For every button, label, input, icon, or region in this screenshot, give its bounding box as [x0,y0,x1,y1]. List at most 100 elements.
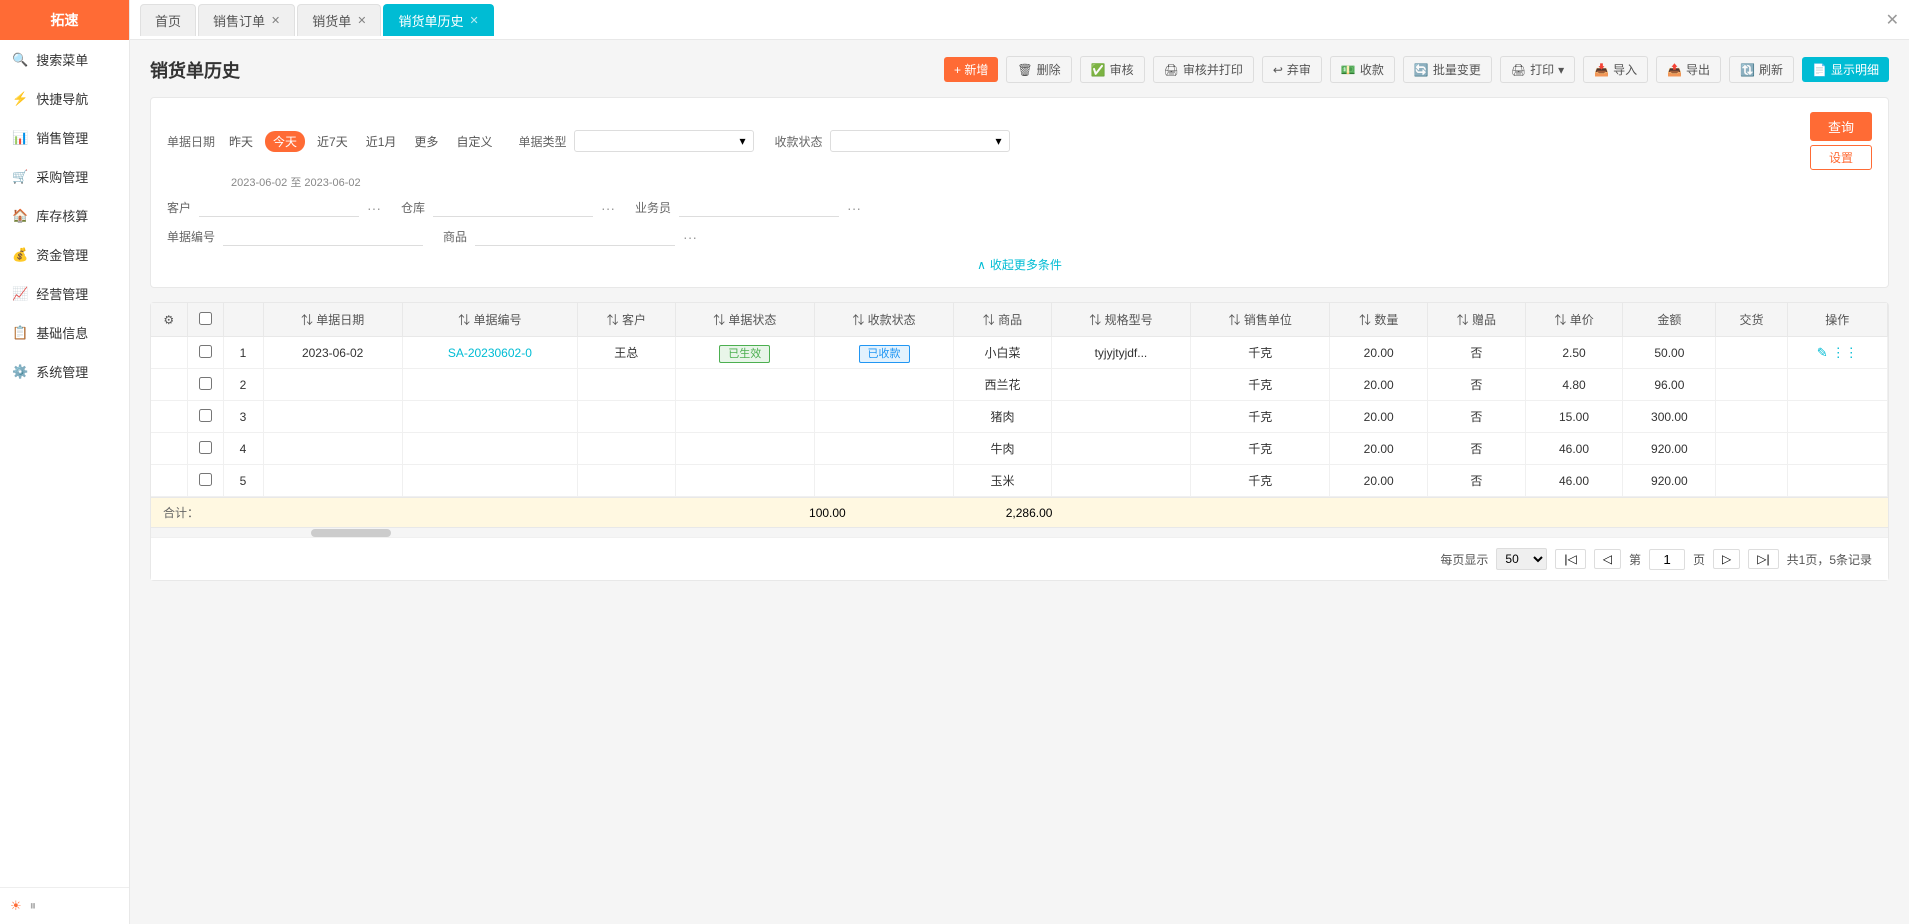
row-checkbox[interactable] [187,465,223,497]
row-no: 4 [223,433,263,465]
customer-ellipsis[interactable]: ··· [367,200,381,216]
doc-type-select[interactable]: ▾ [574,130,754,152]
pause-icon[interactable]: ⏸ [30,898,37,914]
trash-icon: 🗑 [1017,63,1032,77]
unit-col-header[interactable]: ⇅ 销售单位 [1191,303,1330,337]
product-col-header[interactable]: ⇅ 商品 [954,303,1052,337]
tab-sales-delivery[interactable]: 销货单 ✕ [297,4,381,36]
collapse-button[interactable]: ∧ 收起更多条件 [167,256,1872,273]
row-doc-no[interactable] [402,401,577,433]
refresh-button[interactable]: 🔃 刷新 [1729,56,1794,83]
delete-button[interactable]: 🗑 删除 [1006,56,1071,83]
customer-input[interactable] [199,198,359,217]
sidebar-item-basic-info[interactable]: 📋 基础信息 [0,313,129,352]
audit-button[interactable]: ✅ 审核 [1080,56,1145,83]
export-button[interactable]: 📤 导出 [1656,56,1721,83]
warehouse-filter: 仓库 ··· [401,198,615,217]
batch-change-button[interactable]: 🔄 批量变更 [1403,56,1492,83]
tab-close-icon[interactable]: ✕ [357,14,366,27]
salesperson-ellipsis[interactable]: ··· [847,200,861,216]
row-checkbox[interactable] [187,337,223,369]
sidebar-item-quick-nav[interactable]: ⚡ 快捷导航 [0,79,129,118]
collect-button[interactable]: 💵 收款 [1330,56,1395,83]
page-number-input[interactable] [1649,549,1685,570]
row-checkbox[interactable] [187,433,223,465]
toolbar: + 新增 🗑 删除 ✅ 审核 🖨 审核并打印 ↩ 弃审 [944,56,1889,83]
date-btn-custom[interactable]: 自定义 [450,131,498,152]
sidebar-item-system[interactable]: ⚙️ 系统管理 [0,352,129,391]
gear-icon: ⚙️ [12,364,28,380]
sidebar-item-sales[interactable]: 📊 销售管理 [0,118,129,157]
last-page-button[interactable]: ▷| [1748,549,1778,569]
doc-no-input[interactable] [223,227,423,246]
row-doc-no[interactable] [402,369,577,401]
per-page-select[interactable]: 50 20 100 [1496,548,1547,570]
first-page-button[interactable]: |◁ [1555,549,1585,569]
qty-col-header[interactable]: ⇅ 数量 [1330,303,1428,337]
price-col-header[interactable]: ⇅ 单价 [1525,303,1623,337]
salesperson-input[interactable] [679,198,839,217]
date-filter-buttons: 昨天 今天 近7天 近1月 更多 自定义 [223,131,498,152]
horizontal-scrollbar[interactable] [151,527,1888,537]
scrollbar-thumb[interactable] [311,529,391,537]
sidebar-item-operations[interactable]: 📈 经营管理 [0,274,129,313]
import-button[interactable]: 📥 导入 [1583,56,1648,83]
date-btn-today[interactable]: 今天 [265,131,305,152]
row-transaction [1716,337,1787,369]
new-button[interactable]: + 新增 [944,57,998,82]
sidebar-item-finance[interactable]: 💰 资金管理 [0,235,129,274]
query-button[interactable]: 查询 [1810,112,1872,141]
warehouse-label: 仓库 [401,199,425,216]
sidebar-item-search-menu[interactable]: 🔍 搜索菜单 [0,40,129,79]
checkbox-col-header[interactable] [187,303,223,337]
settings-col-header[interactable]: ⚙ [151,303,187,337]
product-input[interactable] [475,227,675,246]
doc-status-col-header[interactable]: ⇅ 单据状态 [675,303,814,337]
sidebar-item-purchase[interactable]: 🛒 采购管理 [0,157,129,196]
print-button[interactable]: 🖨 打印 ▾ [1500,56,1575,83]
collect-status-select[interactable]: ▾ [830,130,1010,152]
tab-sales-order[interactable]: 销售订单 ✕ [198,4,295,36]
show-detail-button[interactable]: 📄 显示明细 [1802,57,1889,82]
date-btn-7days[interactable]: 近7天 [311,131,354,152]
row-doc-date: 2023-06-02 [263,337,402,369]
row-checkbox[interactable] [187,369,223,401]
date-btn-more[interactable]: 更多 [408,131,444,152]
sidebar-item-label: 库存核算 [36,206,88,225]
tab-close-icon[interactable]: ✕ [271,14,280,27]
prev-page-button[interactable]: ◁ [1594,549,1621,569]
select-all-checkbox[interactable] [199,312,212,325]
row-doc-no[interactable] [402,433,577,465]
audit-print-button[interactable]: 🖨 审核并打印 [1153,56,1254,83]
warehouse-input[interactable] [433,198,593,217]
doc-date-col-header[interactable]: ⇅ 单据日期 [263,303,402,337]
sidebar-item-inventory[interactable]: 🏠 库存核算 [0,196,129,235]
more-icon[interactable]: ⋮⋮ [1832,345,1858,361]
sun-icon[interactable]: ☀ [10,898,22,914]
customer-col-header[interactable]: ⇅ 客户 [577,303,675,337]
product-ellipsis[interactable]: ··· [683,229,697,245]
row-doc-no[interactable] [402,465,577,497]
collect-status-col-header[interactable]: ⇅ 收款状态 [814,303,953,337]
row-checkbox[interactable] [187,401,223,433]
row-qty: 20.00 [1330,433,1428,465]
edit-icon[interactable]: ✎ [1817,345,1828,361]
gift-col-header[interactable]: ⇅ 赠品 [1428,303,1526,337]
date-btn-1month[interactable]: 近1月 [360,131,403,152]
row-doc-no[interactable]: SA-20230602-0 [402,337,577,369]
close-all-tabs-button[interactable]: ✕ [1886,10,1899,30]
tab-home[interactable]: 首页 [140,4,196,36]
spec-col-header[interactable]: ⇅ 规格型号 [1051,303,1190,337]
tab-sales-history[interactable]: 销货单历史 ✕ [383,4,493,36]
tab-label: 销货单 [312,11,351,30]
row-actions [1787,465,1888,497]
tab-close-icon[interactable]: ✕ [470,14,479,27]
warehouse-ellipsis[interactable]: ··· [601,200,615,216]
discard-button[interactable]: ↩ 弃审 [1262,56,1322,83]
set-button[interactable]: 设置 [1810,145,1872,170]
row-actions [1787,401,1888,433]
table-row: 3 猪肉 千克 20.00 否 15.00 300.00 [151,401,1888,433]
next-page-button[interactable]: ▷ [1713,549,1740,569]
doc-no-col-header[interactable]: ⇅ 单据编号 [402,303,577,337]
date-btn-yesterday[interactable]: 昨天 [223,131,259,152]
